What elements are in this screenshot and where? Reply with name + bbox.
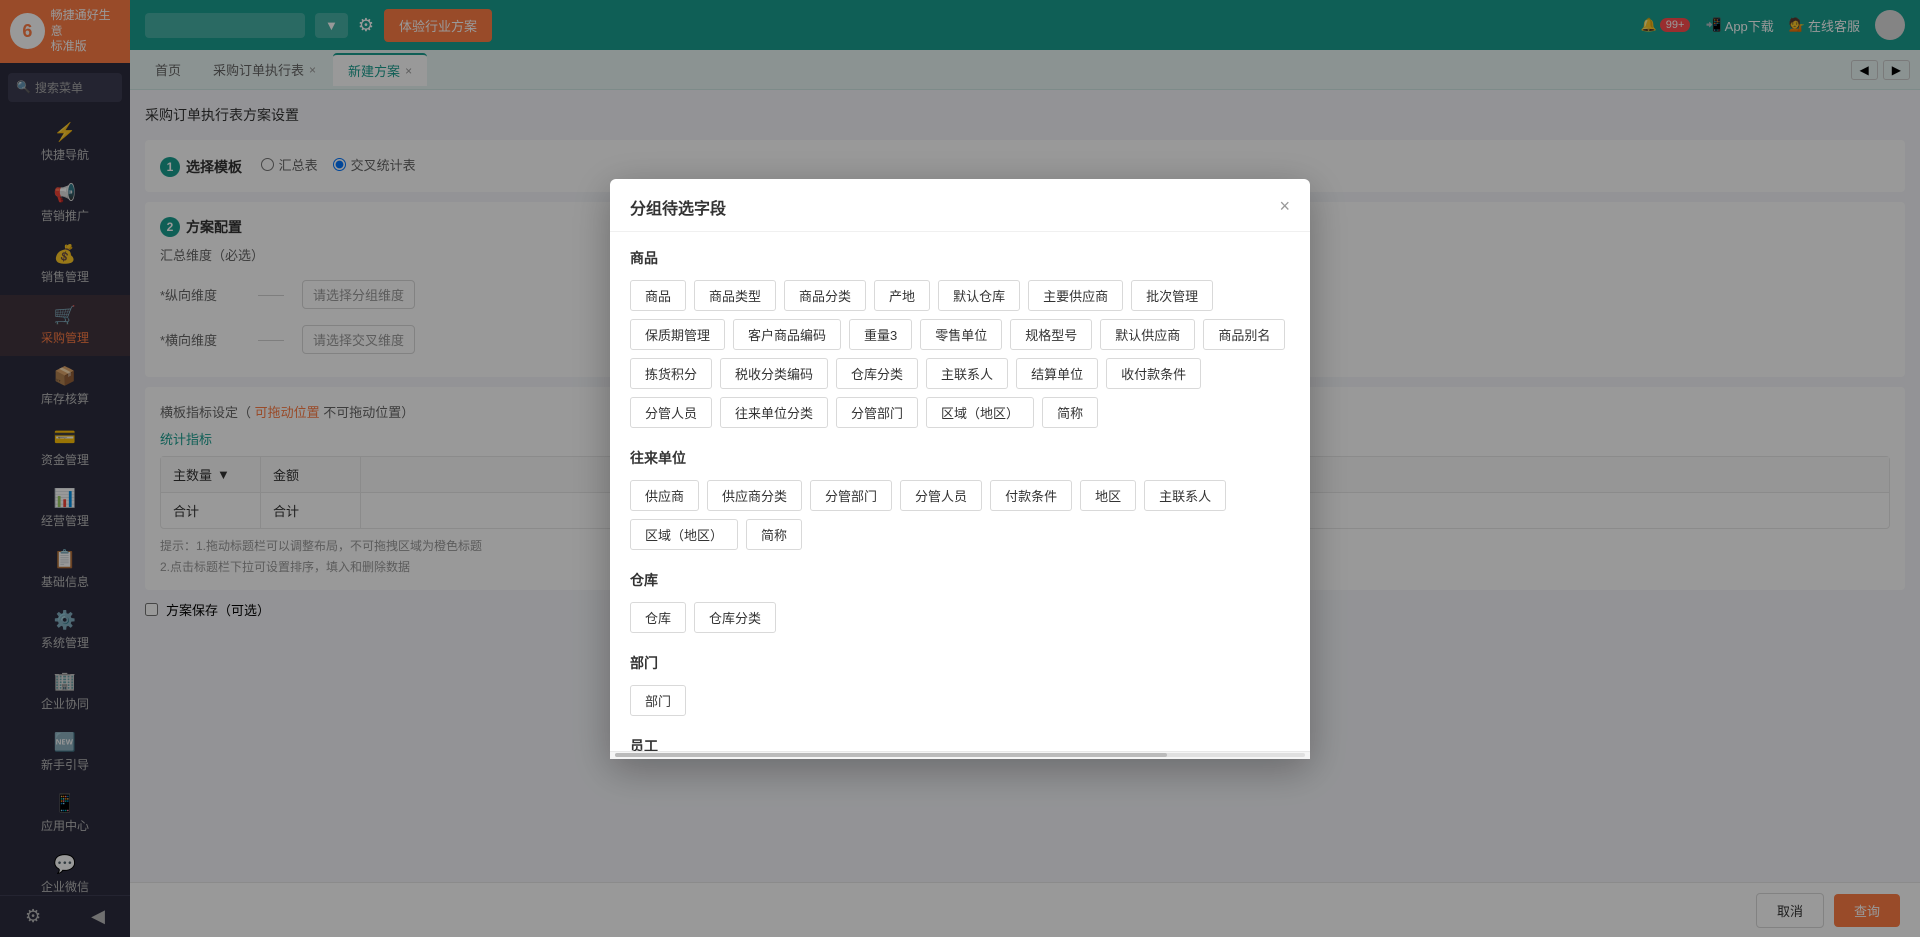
modal-close-button[interactable]: × xyxy=(1279,196,1290,217)
field-tag-partner-5[interactable]: 地区 xyxy=(1080,480,1136,511)
field-tag-product-6[interactable]: 批次管理 xyxy=(1131,280,1213,311)
field-tag-product-7[interactable]: 保质期管理 xyxy=(630,319,725,350)
field-tag-product-17[interactable]: 主联系人 xyxy=(926,358,1008,389)
modal-hscroll[interactable] xyxy=(610,751,1310,758)
field-tag-product-14[interactable]: 拣货积分 xyxy=(630,358,712,389)
field-tag-product-20[interactable]: 分管人员 xyxy=(630,397,712,428)
field-tag-warehouse-1[interactable]: 仓库分类 xyxy=(694,602,776,633)
field-tag-product-9[interactable]: 重量3 xyxy=(849,319,912,350)
modal: 分组待选字段 × 商品 商品 商品类型 商品分类 产地 默认仓库 主要供应商 批… xyxy=(610,179,1310,759)
field-section-product-title: 商品 xyxy=(630,248,1290,268)
field-tag-partner-4[interactable]: 付款条件 xyxy=(990,480,1072,511)
field-tag-product-12[interactable]: 默认供应商 xyxy=(1100,319,1195,350)
field-section-partner-title: 往来单位 xyxy=(630,448,1290,468)
field-tag-product-3[interactable]: 产地 xyxy=(874,280,930,311)
field-tag-warehouse-0[interactable]: 仓库 xyxy=(630,602,686,633)
field-section-warehouse: 仓库 仓库 仓库分类 xyxy=(630,570,1290,633)
modal-title: 分组待选字段 xyxy=(630,195,726,219)
field-tag-partner-7[interactable]: 区域（地区） xyxy=(630,519,738,550)
field-tag-partner-3[interactable]: 分管人员 xyxy=(900,480,982,511)
field-tags-warehouse: 仓库 仓库分类 xyxy=(630,602,1290,633)
modal-overlay[interactable]: 分组待选字段 × 商品 商品 商品类型 商品分类 产地 默认仓库 主要供应商 批… xyxy=(0,0,1920,937)
field-tags-department: 部门 xyxy=(630,685,1290,716)
field-tag-product-0[interactable]: 商品 xyxy=(630,280,686,311)
field-tag-product-5[interactable]: 主要供应商 xyxy=(1028,280,1123,311)
modal-body[interactable]: 商品 商品 商品类型 商品分类 产地 默认仓库 主要供应商 批次管理 保质期管理… xyxy=(610,232,1310,752)
field-tag-partner-2[interactable]: 分管部门 xyxy=(810,480,892,511)
field-tag-product-16[interactable]: 仓库分类 xyxy=(836,358,918,389)
field-tag-partner-6[interactable]: 主联系人 xyxy=(1144,480,1226,511)
field-tags-product: 商品 商品类型 商品分类 产地 默认仓库 主要供应商 批次管理 保质期管理 客户… xyxy=(630,280,1290,428)
field-tag-product-23[interactable]: 区域（地区） xyxy=(926,397,1034,428)
field-tag-product-24[interactable]: 简称 xyxy=(1042,397,1098,428)
field-tag-partner-0[interactable]: 供应商 xyxy=(630,480,699,511)
field-section-department: 部门 部门 xyxy=(630,653,1290,716)
field-section-product: 商品 商品 商品类型 商品分类 产地 默认仓库 主要供应商 批次管理 保质期管理… xyxy=(630,248,1290,428)
field-tag-product-13[interactable]: 商品别名 xyxy=(1203,319,1285,350)
field-section-warehouse-title: 仓库 xyxy=(630,570,1290,590)
field-tag-department-0[interactable]: 部门 xyxy=(630,685,686,716)
field-tag-product-15[interactable]: 税收分类编码 xyxy=(720,358,828,389)
field-tag-product-19[interactable]: 收付款条件 xyxy=(1106,358,1201,389)
field-tag-partner-1[interactable]: 供应商分类 xyxy=(707,480,802,511)
field-section-partner: 往来单位 供应商 供应商分类 分管部门 分管人员 付款条件 地区 主联系人 区域… xyxy=(630,448,1290,550)
field-section-employee: 员工 业务员 xyxy=(630,736,1290,752)
field-tag-partner-8[interactable]: 简称 xyxy=(746,519,802,550)
field-tag-product-11[interactable]: 规格型号 xyxy=(1010,319,1092,350)
field-tag-product-18[interactable]: 结算单位 xyxy=(1016,358,1098,389)
field-tag-product-8[interactable]: 客户商品编码 xyxy=(733,319,841,350)
field-tag-product-21[interactable]: 往来单位分类 xyxy=(720,397,828,428)
field-section-department-title: 部门 xyxy=(630,653,1290,673)
field-tag-product-10[interactable]: 零售单位 xyxy=(920,319,1002,350)
field-tag-product-2[interactable]: 商品分类 xyxy=(784,280,866,311)
field-tag-product-4[interactable]: 默认仓库 xyxy=(938,280,1020,311)
field-tag-product-1[interactable]: 商品类型 xyxy=(694,280,776,311)
field-section-employee-title: 员工 xyxy=(630,736,1290,752)
field-tag-product-22[interactable]: 分管部门 xyxy=(836,397,918,428)
modal-header: 分组待选字段 × xyxy=(610,179,1310,232)
field-tags-partner: 供应商 供应商分类 分管部门 分管人员 付款条件 地区 主联系人 区域（地区） … xyxy=(630,480,1290,550)
